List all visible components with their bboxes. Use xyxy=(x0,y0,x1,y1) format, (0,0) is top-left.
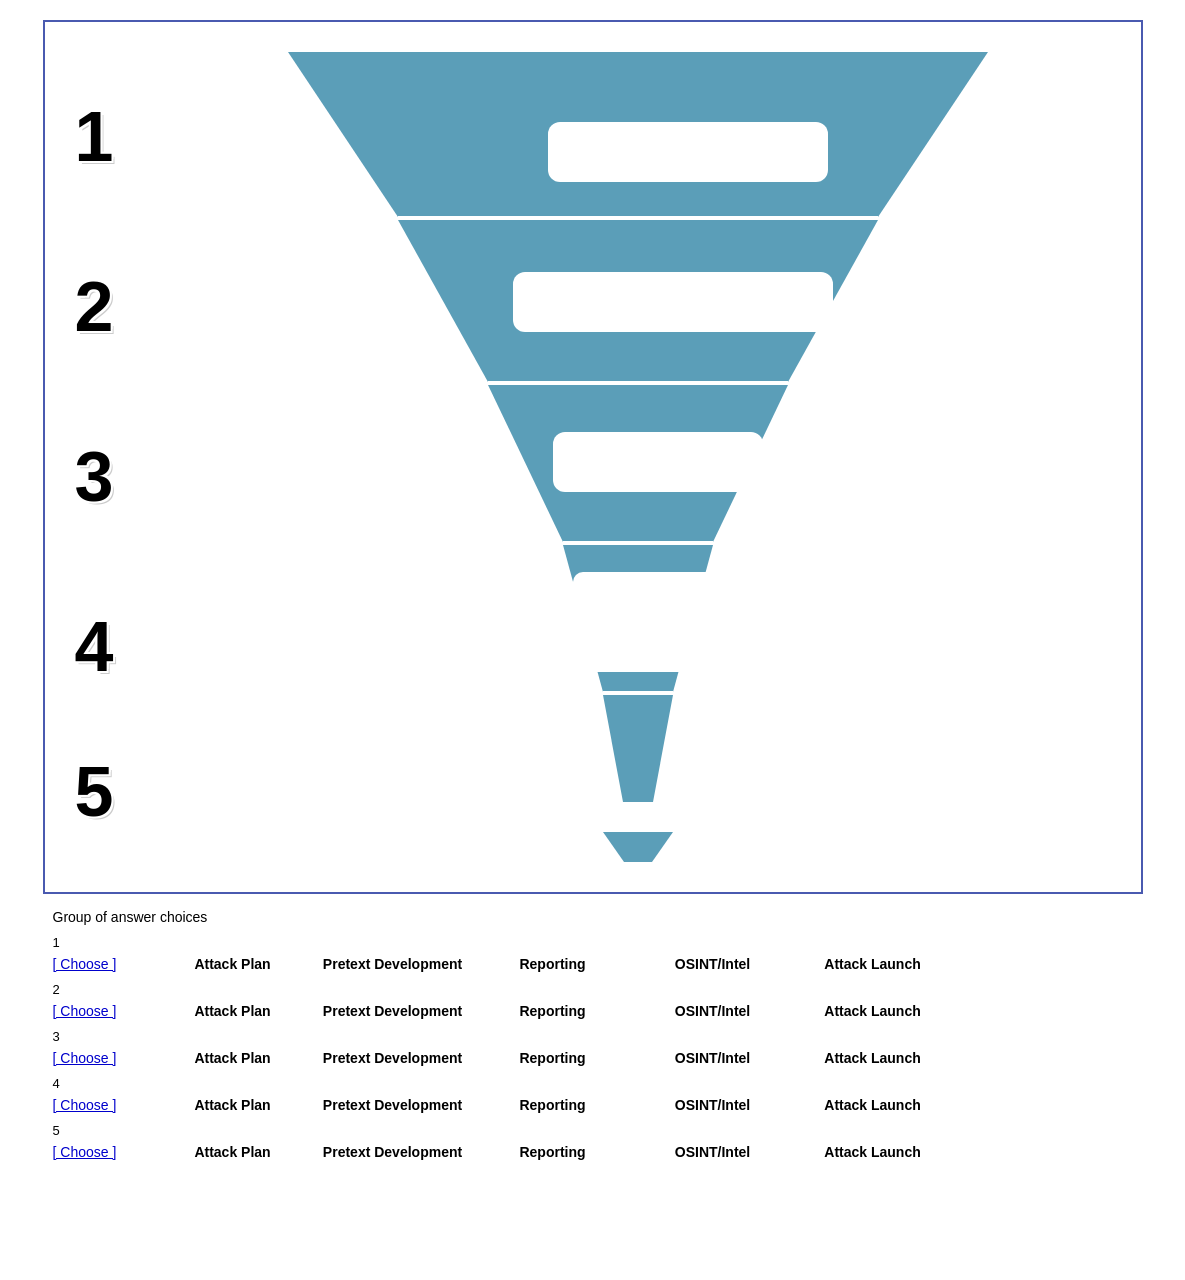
cell-2-1: Attack Plan xyxy=(153,1003,313,1019)
number-3: 3 xyxy=(65,397,155,557)
choose-cell-3[interactable]: [ Choose ] xyxy=(53,1050,153,1066)
cell-3-1: Attack Plan xyxy=(153,1050,313,1066)
cell-4-2: Pretext Development xyxy=(313,1097,473,1113)
answer-section: Group of answer choices 1 [ Choose ] Att… xyxy=(43,909,1143,1164)
cell-5-4: OSINT/Intel xyxy=(633,1144,793,1160)
cell-1-3: Reporting xyxy=(473,956,633,972)
row-number-2: 2 xyxy=(53,982,1133,997)
diagram-box: 1 2 3 4 5 xyxy=(43,20,1143,894)
cell-1-4: OSINT/Intel xyxy=(633,956,793,972)
number-2: 2 xyxy=(65,227,155,387)
row-number-1: 1 xyxy=(53,935,1133,950)
cell-2-2: Pretext Development xyxy=(313,1003,473,1019)
cell-5-2: Pretext Development xyxy=(313,1144,473,1160)
cell-1-5: Attack Launch xyxy=(793,956,953,972)
cell-4-1: Attack Plan xyxy=(153,1097,313,1113)
answer-row-1: [ Choose ] Attack Plan Pretext Developme… xyxy=(53,952,1133,976)
row-number-3: 3 xyxy=(53,1029,1133,1044)
funnel-layer-5 xyxy=(603,695,673,802)
choose-link-3[interactable]: [ Choose ] xyxy=(53,1050,117,1066)
cell-2-4: OSINT/Intel xyxy=(633,1003,793,1019)
choose-cell-4[interactable]: [ Choose ] xyxy=(53,1097,153,1113)
cell-1-1: Attack Plan xyxy=(153,956,313,972)
answer-row-4: [ Choose ] Attack Plan Pretext Developme… xyxy=(53,1093,1133,1117)
funnel-box-4 xyxy=(573,572,733,672)
cell-4-4: OSINT/Intel xyxy=(633,1097,793,1113)
number-5: 5 xyxy=(65,737,155,857)
numbers-column: 1 2 3 4 5 xyxy=(65,42,155,862)
cell-4-5: Attack Launch xyxy=(793,1097,953,1113)
choose-cell-1[interactable]: [ Choose ] xyxy=(53,956,153,972)
number-4: 4 xyxy=(65,567,155,727)
answer-rows: 1 [ Choose ] Attack Plan Pretext Develop… xyxy=(53,929,1133,1164)
answer-row-5: [ Choose ] Attack Plan Pretext Developme… xyxy=(53,1140,1133,1164)
cell-2-3: Reporting xyxy=(473,1003,633,1019)
choose-link-2[interactable]: [ Choose ] xyxy=(53,1003,117,1019)
answer-row-3: [ Choose ] Attack Plan Pretext Developme… xyxy=(53,1046,1133,1070)
choose-link-5[interactable]: [ Choose ] xyxy=(53,1144,117,1160)
funnel-svg xyxy=(238,42,1038,862)
cell-5-3: Reporting xyxy=(473,1144,633,1160)
cell-5-1: Attack Plan xyxy=(153,1144,313,1160)
funnel-box-1 xyxy=(548,122,828,182)
choose-link-1[interactable]: [ Choose ] xyxy=(53,956,117,972)
answer-row-2: [ Choose ] Attack Plan Pretext Developme… xyxy=(53,999,1133,1023)
choose-cell-5[interactable]: [ Choose ] xyxy=(53,1144,153,1160)
funnel-box-3 xyxy=(553,432,763,492)
cell-3-3: Reporting xyxy=(473,1050,633,1066)
choose-link-4[interactable]: [ Choose ] xyxy=(53,1097,117,1113)
page-container: 1 2 3 4 5 xyxy=(0,0,1185,1280)
funnel-wrapper xyxy=(155,42,1121,862)
cell-4-3: Reporting xyxy=(473,1097,633,1113)
cell-3-2: Pretext Development xyxy=(313,1050,473,1066)
cell-1-2: Pretext Development xyxy=(313,956,473,972)
row-number-4: 4 xyxy=(53,1076,1133,1091)
funnel-box-2 xyxy=(513,272,833,332)
row-number-5: 5 xyxy=(53,1123,1133,1138)
cell-3-4: OSINT/Intel xyxy=(633,1050,793,1066)
answer-title: Group of answer choices xyxy=(53,909,1133,925)
number-1: 1 xyxy=(65,57,155,217)
funnel-arrow xyxy=(603,832,673,862)
funnel-area: 1 2 3 4 5 xyxy=(65,42,1121,862)
cell-3-5: Attack Launch xyxy=(793,1050,953,1066)
cell-5-5: Attack Launch xyxy=(793,1144,953,1160)
cell-2-5: Attack Launch xyxy=(793,1003,953,1019)
choose-cell-2[interactable]: [ Choose ] xyxy=(53,1003,153,1019)
